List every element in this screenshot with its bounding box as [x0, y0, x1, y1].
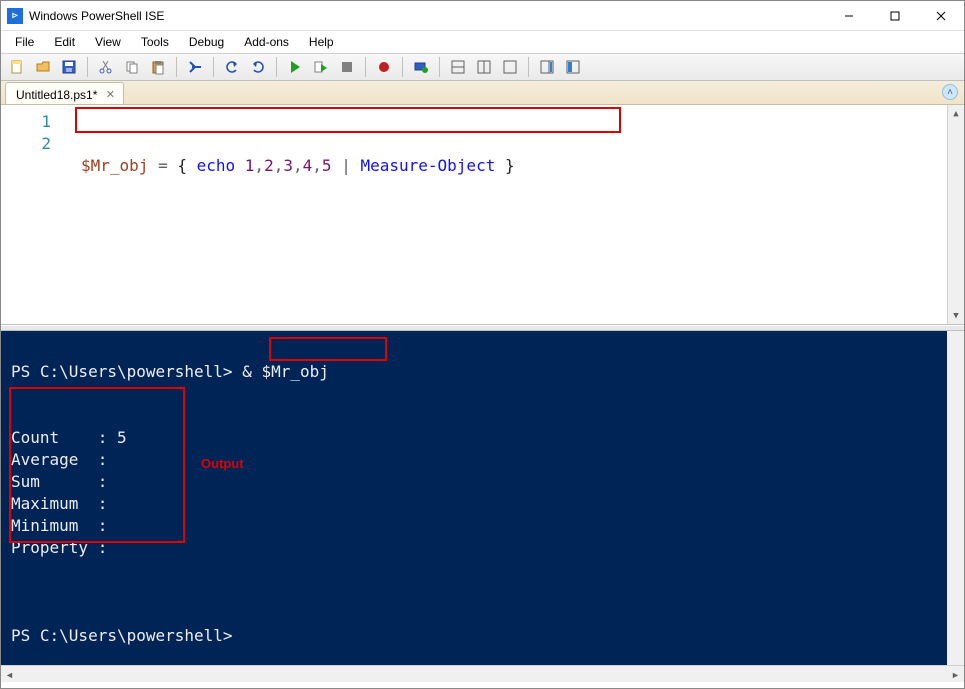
output-annotation: Output: [201, 453, 244, 475]
maximize-button[interactable]: [872, 1, 918, 30]
toolbar-separator: [213, 57, 214, 77]
highlight-box-code: [75, 107, 621, 133]
tab-close-icon[interactable]: ✕: [103, 88, 117, 102]
copy-icon[interactable]: [120, 56, 144, 78]
collapse-script-icon[interactable]: ˄: [942, 84, 958, 100]
output-line: Minimum :: [11, 516, 107, 535]
code-area[interactable]: $Mr_obj = { echo 1,2,3,4,5 | Measure-Obj…: [71, 105, 964, 324]
open-icon[interactable]: [31, 56, 55, 78]
menu-file[interactable]: File: [7, 33, 42, 51]
menu-debug[interactable]: Debug: [181, 33, 232, 51]
output-line: Count : 5: [11, 428, 127, 447]
menu-help[interactable]: Help: [301, 33, 342, 51]
close-button[interactable]: [918, 1, 964, 30]
console-prompt: PS C:\Users\powershell>: [11, 626, 233, 645]
stop-icon[interactable]: [335, 56, 359, 78]
run-selection-icon[interactable]: [309, 56, 333, 78]
line-gutter: 1 2: [1, 105, 71, 324]
scroll-up-icon[interactable]: ▲: [948, 105, 964, 122]
line-number: 2: [1, 133, 51, 155]
minimize-button[interactable]: [826, 1, 872, 30]
console-scrollbar[interactable]: [947, 331, 964, 665]
toolbar-separator: [176, 57, 177, 77]
show-command-icon[interactable]: [561, 56, 585, 78]
output-line: Sum :: [11, 472, 107, 491]
output-line: Property :: [11, 538, 107, 557]
command-addon-icon[interactable]: [535, 56, 559, 78]
console-pane[interactable]: PS C:\Users\powershell> & $Mr_obj Count …: [1, 331, 964, 665]
tab-strip: Untitled18.ps1* ✕ ˄: [1, 81, 964, 105]
scroll-right-icon[interactable]: ►: [947, 666, 964, 683]
new-remote-icon[interactable]: [409, 56, 433, 78]
scroll-down-icon[interactable]: ▼: [948, 307, 964, 324]
toolbar-separator: [87, 57, 88, 77]
toolbar: [1, 53, 964, 81]
title-bar: ▹ Windows PowerShell ISE: [1, 1, 964, 31]
toolbar-separator: [276, 57, 277, 77]
console-prompt: PS C:\Users\powershell>: [11, 362, 242, 381]
output-line: Average :: [11, 450, 107, 469]
paste-icon[interactable]: [146, 56, 170, 78]
app-icon: ▹: [7, 8, 23, 24]
layout2-icon[interactable]: [472, 56, 496, 78]
line-number: 1: [1, 111, 51, 133]
console-command: & $Mr_obj: [242, 362, 329, 381]
menu-bar: File Edit View Tools Debug Add-ons Help: [1, 31, 964, 53]
run-icon[interactable]: [283, 56, 307, 78]
menu-edit[interactable]: Edit: [46, 33, 83, 51]
clear-icon[interactable]: [183, 56, 207, 78]
cut-icon[interactable]: [94, 56, 118, 78]
script-editor[interactable]: 1 2 $Mr_obj = { echo 1,2,3,4,5 | Measure…: [1, 105, 964, 325]
window-buttons: [826, 1, 964, 30]
redo-icon[interactable]: [246, 56, 270, 78]
window-title: Windows PowerShell ISE: [29, 9, 164, 23]
undo-icon[interactable]: [220, 56, 244, 78]
save-icon[interactable]: [57, 56, 81, 78]
toolbar-separator: [402, 57, 403, 77]
editor-scrollbar[interactable]: ▲ ▼: [947, 105, 964, 324]
toolbar-separator: [365, 57, 366, 77]
tab-label: Untitled18.ps1*: [16, 88, 97, 102]
menu-view[interactable]: View: [87, 33, 129, 51]
new-icon[interactable]: [5, 56, 29, 78]
code-line-1: $Mr_obj = { echo 1,2,3,4,5 | Measure-Obj…: [81, 155, 964, 177]
menu-addons[interactable]: Add-ons: [236, 33, 297, 51]
toolbar-separator: [439, 57, 440, 77]
toolbar-separator: [528, 57, 529, 77]
layout3-icon[interactable]: [498, 56, 522, 78]
scroll-left-icon[interactable]: ◄: [1, 666, 18, 683]
script-tab[interactable]: Untitled18.ps1* ✕: [5, 82, 124, 104]
output-line: Maximum :: [11, 494, 107, 513]
menu-tools[interactable]: Tools: [133, 33, 177, 51]
breakpoint-icon[interactable]: [372, 56, 396, 78]
layout1-icon[interactable]: [446, 56, 470, 78]
highlight-box-command: [269, 337, 387, 361]
horizontal-scrollbar[interactable]: ◄ ►: [1, 665, 964, 682]
